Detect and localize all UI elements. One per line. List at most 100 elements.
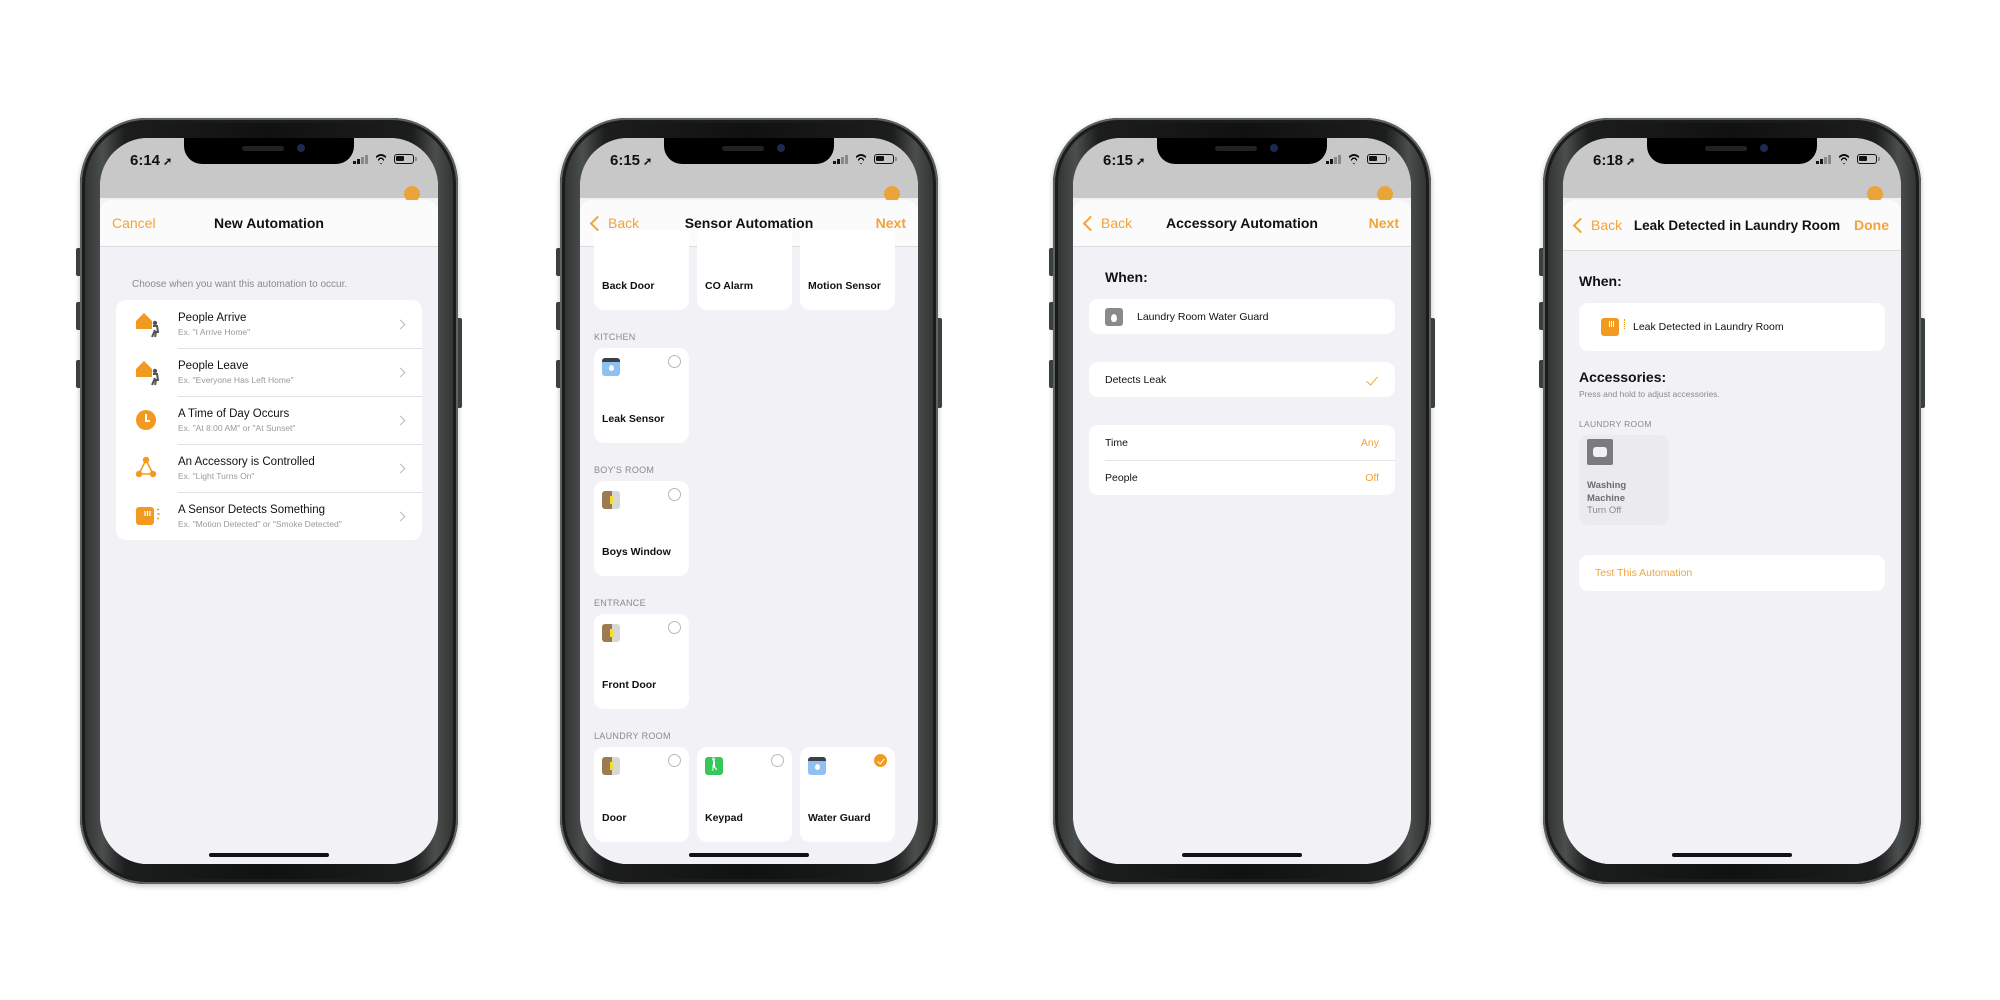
tile-name: Door [602, 812, 627, 824]
signal-icon [1326, 154, 1341, 164]
notch [184, 138, 354, 164]
back-button[interactable]: Back [1572, 217, 1623, 233]
sensor-tile[interactable]: Back Door [594, 231, 689, 310]
cancel-button[interactable]: Cancel [112, 215, 156, 231]
nav-title: Accessory Automation [1166, 215, 1318, 231]
option-accessory-controlled[interactable]: An Accessory is Controlled Ex. "Light Tur… [116, 444, 422, 492]
home-indicator[interactable] [1182, 853, 1302, 857]
leak-sensor-icon [1105, 307, 1123, 326]
phone-automation-summary: 6:18 ➚ Back Leak Detected in Laundry Room… [1539, 118, 1925, 884]
accessory-nodes-icon [134, 453, 164, 483]
home-indicator[interactable] [1672, 853, 1792, 857]
sensor-tile[interactable]: CO Alarm [697, 231, 792, 310]
sensor-icon [134, 501, 164, 531]
option-sensor-detects[interactable]: A Sensor Detects Something Ex. "Motion De… [116, 492, 422, 540]
sensor-tile-selected[interactable]: Water Guard [800, 747, 895, 842]
chevron-left-icon [1572, 217, 1589, 233]
section-header: ENTRANCE [594, 598, 646, 608]
back-label: Back [608, 215, 640, 231]
trigger-card: Detects Leak [1089, 362, 1395, 397]
room-header: LAUNDRY ROOM [1579, 419, 1652, 429]
back-button[interactable]: Back [1082, 215, 1133, 231]
back-label: Back [1591, 217, 1623, 233]
notch [664, 138, 834, 164]
nav-bar: Back Accessory Automation Next [1073, 200, 1411, 247]
phone-new-automation: 6:14 ➚ Cancel New Automation Choose when … [76, 118, 462, 884]
modal-sheet: Back Leak Detected in Laundry Room Done … [1563, 200, 1901, 864]
screen: 6:15 ➚ Back Accessory Automation Next Whe… [1073, 138, 1411, 864]
sensor-tile[interactable]: Keypad [697, 747, 792, 842]
leak-sensor-icon [808, 757, 826, 775]
tile-name: Leak Sensor [602, 413, 665, 425]
wifi-icon [1837, 154, 1851, 164]
home-indicator[interactable] [689, 853, 809, 857]
checkmark-icon [1366, 373, 1378, 386]
condition-value: Any [1360, 436, 1379, 449]
option-title: A Sensor Detects Something [178, 503, 326, 516]
screen: 6:15 ➚ Back Sensor Automation Next Back D… [580, 138, 918, 864]
back-label: Back [1101, 215, 1133, 231]
signal-icon [833, 154, 848, 164]
option-title: People Arrive [178, 311, 247, 324]
battery-icon [874, 154, 897, 164]
chevron-left-icon [1082, 215, 1099, 231]
test-automation-button[interactable]: Test This Automation [1579, 555, 1885, 591]
nav-title: New Automation [214, 215, 324, 231]
nav-title: Sensor Automation [684, 215, 814, 231]
phone-accessory-automation: 6:15 ➚ Back Accessory Automation Next Whe… [1049, 118, 1435, 884]
battery-icon [1367, 154, 1390, 164]
status-bar: 6:14 ➚ [100, 138, 438, 202]
select-radio[interactable] [668, 355, 681, 368]
section-header: KITCHEN [594, 332, 636, 342]
next-button[interactable]: Next [1369, 215, 1399, 231]
status-time: 6:18 [1593, 152, 1624, 169]
option-people-leave[interactable]: People Leave Ex. "Everyone Has Left Home" [116, 348, 422, 396]
section-header: LAUNDRY ROOM [594, 731, 671, 741]
notch [1647, 138, 1817, 164]
option-title: People Leave [178, 359, 249, 372]
when-value: Leak Detected in Laundry Room [1633, 321, 1784, 333]
sensor-tile[interactable]: Motion Sensor [800, 231, 895, 310]
trigger-option[interactable]: Detects Leak [1089, 362, 1395, 397]
option-example: Ex. "Light Turns On" [178, 470, 255, 481]
sensor-tile[interactable]: Leak Sensor [594, 348, 689, 443]
tile-name: Front Door [602, 679, 657, 691]
option-title: A Time of Day Occurs [178, 407, 290, 420]
next-button[interactable]: Next [876, 215, 906, 231]
chevron-right-icon [395, 415, 406, 425]
sensor-tile[interactable]: Door [594, 747, 689, 842]
option-title: An Accessory is Controlled [178, 455, 315, 468]
sensor-tile[interactable]: Boys Window [594, 481, 689, 576]
signal-icon [1816, 154, 1831, 164]
wifi-icon [854, 154, 868, 164]
sensor-tile[interactable]: Front Door [594, 614, 689, 709]
option-example: Ex. "I Arrive Home" [178, 326, 251, 337]
checkmark-circle-icon[interactable] [874, 754, 887, 767]
condition-people[interactable]: People Off [1089, 460, 1395, 495]
condition-label: Time [1105, 436, 1128, 449]
select-radio[interactable] [771, 754, 784, 767]
accessory-name: Washing Machine [1587, 480, 1627, 504]
option-people-arrive[interactable]: People Arrive Ex. "I Arrive Home" [116, 300, 422, 348]
trigger-label: Detects Leak [1105, 373, 1167, 386]
screen: 6:18 ➚ Back Leak Detected in Laundry Room… [1563, 138, 1901, 864]
sensor-grid: Back Door CO Alarm Motion Sensor KITCHEN… [580, 231, 918, 842]
sensor-icon [1601, 318, 1625, 336]
location-arrow-icon: ➚ [643, 156, 653, 168]
done-button[interactable]: Done [1854, 217, 1889, 233]
back-button[interactable]: Back [589, 215, 640, 231]
option-time-of-day[interactable]: A Time of Day Occurs Ex. "At 8:00 AM" or … [116, 396, 422, 444]
select-radio[interactable] [668, 621, 681, 634]
when-heading: When: [1579, 273, 1622, 289]
home-indicator[interactable] [209, 853, 329, 857]
accessory-tile[interactable]: Washing Machine Turn Off [1579, 435, 1669, 525]
nav-bar: Cancel New Automation [100, 200, 438, 247]
select-radio[interactable] [668, 754, 681, 767]
hint-text: Choose when you want this automation to … [132, 279, 348, 290]
select-radio[interactable] [668, 488, 681, 501]
section-header: BOY'S ROOM [594, 465, 655, 475]
clock-icon [134, 405, 164, 435]
condition-time[interactable]: Time Any [1089, 425, 1395, 460]
accessory-state: Turn Off [1587, 505, 1622, 516]
when-card[interactable]: Leak Detected in Laundry Room [1579, 303, 1885, 351]
